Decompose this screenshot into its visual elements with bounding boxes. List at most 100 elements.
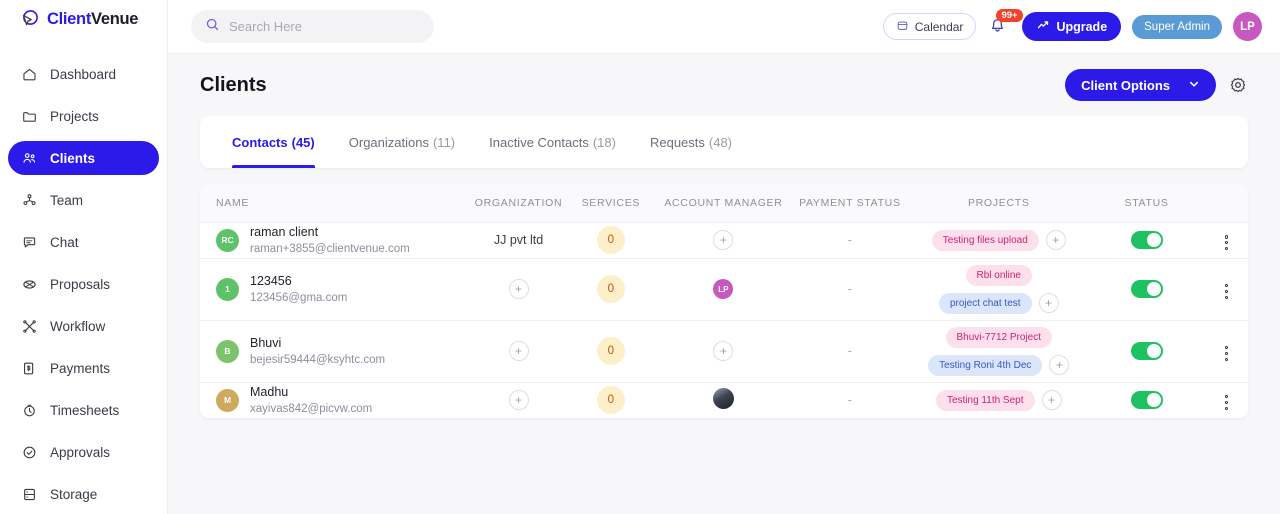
tab-inactive-contacts[interactable]: Inactive Contacts (18) [489,116,616,168]
cursor-logo-icon [18,7,42,31]
sidebar-item-dashboard[interactable]: Dashboard [8,57,159,91]
table-row[interactable]: B Bhuvi bejesir59444@ksyhtc.com + 0 + - … [200,320,1248,383]
kebab-menu-icon[interactable] [1222,281,1231,302]
tab-count: (45) [291,134,315,150]
sidebar-item-label: Team [50,192,84,208]
sidebar-item-projects[interactable]: Projects [8,99,159,133]
sidebar-item-clients[interactable]: Clients [8,141,159,175]
col-organization: ORGANIZATION [472,184,565,223]
sidebar-item-chat[interactable]: Chat [8,225,159,259]
page-header: Clients Client Options [200,54,1248,116]
cell-account-manager: + [656,320,791,383]
project-chip[interactable]: Rbl online [965,264,1032,286]
search-box[interactable] [191,10,434,43]
project-chip[interactable]: Testing files upload [931,229,1039,251]
client-email: raman+3855@clientvenue.com [250,243,410,256]
tab-contacts[interactable]: Contacts (45) [232,116,315,168]
avatar[interactable]: LP [1233,12,1262,41]
app-root: ClientVenue Dashboard Projects Clients T… [0,0,1280,514]
kebab-menu-icon[interactable] [1222,232,1231,253]
project-chip[interactable]: Testing Roni 4th Dec [928,354,1043,376]
payments-icon [20,359,38,377]
sidebar-item-storage[interactable]: Storage [8,477,159,511]
status-toggle[interactable] [1130,230,1163,249]
add-project-button[interactable]: + [1041,390,1062,411]
col-payment-status: PAYMENT STATUS [790,184,910,223]
sidebar-item-timesheets[interactable]: Timesheets [8,393,159,427]
services-badge[interactable]: 0 [596,226,625,255]
cell-projects: Rbl online project chat test + [909,258,1088,321]
status-toggle[interactable] [1130,341,1163,360]
table-row[interactable]: M Madhu xayivas842@picvw.com + 0 - Testi… [200,382,1248,417]
status-toggle[interactable] [1130,279,1163,298]
cell-payment-status: - [790,320,910,383]
add-account-manager-button[interactable]: + [713,341,734,362]
chevron-down-icon [1188,78,1200,93]
cell-services: 0 [564,258,657,321]
client-email: bejesir59444@ksyhtc.com [250,354,386,367]
cell-payment-status: - [847,393,852,408]
tab-organizations[interactable]: Organizations (11) [349,116,455,168]
add-account-manager-button[interactable]: + [713,230,734,251]
cell-name: B Bhuvi bejesir59444@ksyhtc.com [200,320,473,383]
upgrade-button[interactable]: Upgrade [1022,12,1122,41]
sidebar-item-label: Dashboard [50,66,117,82]
services-badge[interactable]: 0 [596,337,625,366]
client-name: Madhu [250,384,289,399]
gear-icon[interactable] [1228,75,1248,95]
services-badge[interactable]: 0 [596,386,625,415]
add-project-button[interactable]: + [1045,230,1066,251]
role-badge[interactable]: Super Admin [1132,14,1222,39]
tab-label: Requests [649,134,705,150]
account-manager-avatar[interactable]: LP [713,279,734,300]
page-title: Clients [200,73,267,96]
sidebar-item-workflow[interactable]: Workflow [8,309,159,343]
table-header-row: NAME ORGANIZATION SERVICES ACCOUNT MANAG… [200,184,1248,223]
col-name: NAME [200,184,473,223]
project-chip[interactable]: Testing 11th Sept [935,389,1035,411]
client-email: xayivas842@picvw.com [250,402,373,415]
sidebar-nav: Dashboard Projects Clients Team Chat Pro… [0,38,167,514]
calendar-button[interactable]: Calendar [882,13,977,40]
table-body: RC raman client raman+3855@clientvenue.c… [200,222,1248,418]
cell-services: 0 [564,320,657,383]
kebab-menu-icon[interactable] [1222,343,1231,364]
client-options-label: Client Options [1081,77,1170,93]
clients-table: NAME ORGANIZATION SERVICES ACCOUNT MANAG… [200,184,1248,418]
table-row[interactable]: RC raman client raman+3855@clientvenue.c… [200,222,1248,259]
tab-count: (11) [432,134,456,150]
team-icon [20,191,38,209]
add-organization-button[interactable]: + [508,341,529,362]
sidebar-item-team[interactable]: Team [8,183,159,217]
sidebar: ClientVenue Dashboard Projects Clients T… [0,0,168,514]
client-options-button[interactable]: Client Options [1065,69,1216,101]
table-row[interactable]: 1 123456 123456@gma.com + 0 LP - Rbl onl… [200,258,1248,321]
add-project-button[interactable]: + [1038,293,1059,314]
project-chip[interactable]: project chat test [938,292,1032,314]
tab-label: Contacts [232,134,288,150]
tab-label: Inactive Contacts [489,134,589,150]
add-project-button[interactable]: + [1049,355,1070,376]
sidebar-item-label: Proposals [50,276,111,292]
services-badge[interactable]: 0 [596,275,625,304]
cell-organization: JJ pvt ltd [472,222,565,259]
folder-icon [20,107,38,125]
sidebar-item-approvals[interactable]: Approvals [8,435,159,469]
search-input[interactable] [229,19,420,34]
sidebar-item-payments[interactable]: Payments [8,351,159,385]
add-organization-button[interactable]: + [508,390,529,411]
sidebar-item-proposals[interactable]: Proposals [8,267,159,301]
topbar: Calendar 99+ Upgrade Super Admin LP [168,0,1280,54]
cell-actions [1205,258,1248,321]
notifications-button[interactable]: 99+ [987,8,1023,42]
status-toggle[interactable] [1130,390,1163,409]
project-chip[interactable]: Bhuvi-7712 Project [945,326,1052,348]
kebab-menu-icon[interactable] [1222,392,1231,413]
upgrade-label: Upgrade [1056,19,1108,34]
account-manager-avatar-photo[interactable] [712,388,734,410]
avatar: 1 [216,277,239,301]
tab-requests[interactable]: Requests (48) [650,116,732,168]
add-organization-button[interactable]: + [508,279,529,300]
cell-organization: + [472,258,565,321]
brand-logo[interactable]: ClientVenue [0,0,167,38]
